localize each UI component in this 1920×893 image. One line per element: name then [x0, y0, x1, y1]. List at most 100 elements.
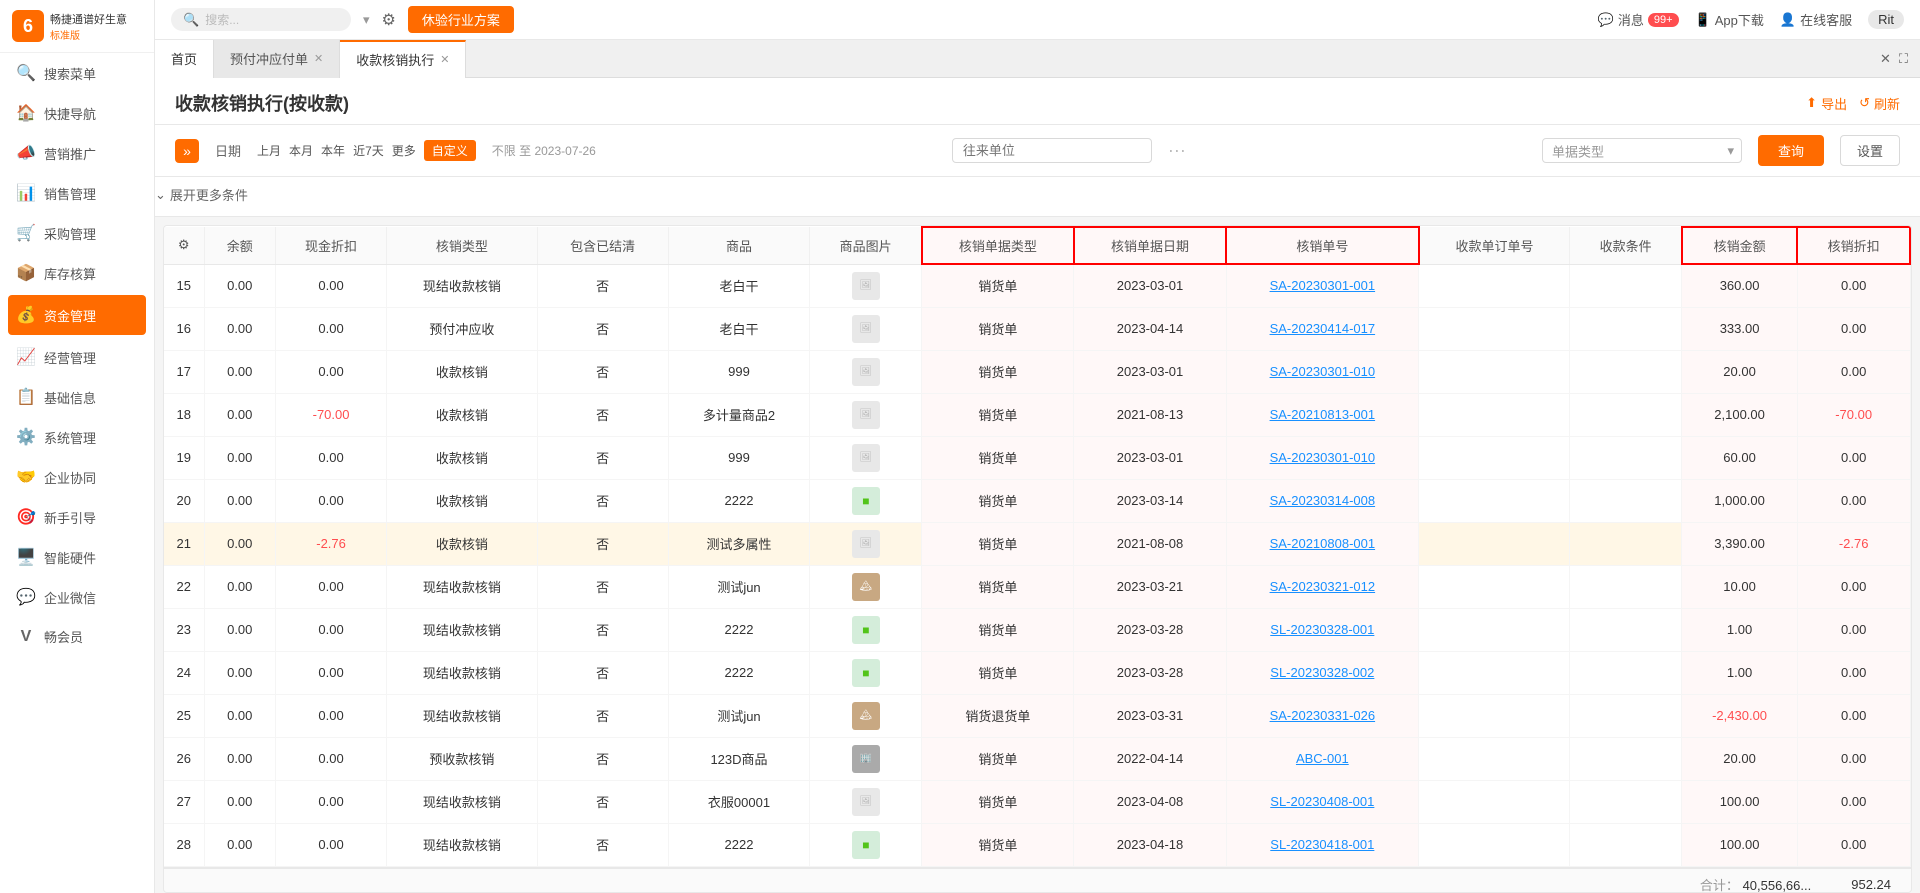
col-offset-amount: 核销金额	[1682, 227, 1798, 264]
sidebar-item-basic-info[interactable]: 📋 基础信息	[0, 377, 154, 417]
sidebar-item-sales[interactable]: 📊 销售管理	[0, 173, 154, 213]
online-service[interactable]: 👤 在线客服	[1780, 10, 1852, 29]
tab-prepay[interactable]: 预付冲应付单 ✕	[214, 40, 340, 78]
tab-receipt-offset-label: 收款核销执行	[356, 50, 434, 69]
date-opt-this-month[interactable]: 本月	[289, 142, 313, 159]
offset-bill-no-cell[interactable]: SA-20210808-001	[1226, 522, 1419, 565]
sidebar-item-operation[interactable]: 📈 经营管理	[0, 337, 154, 377]
tabbar: 首页 预付冲应付单 ✕ 收款核销执行 ✕ ✕ ⛶	[155, 40, 1920, 78]
sidebar-item-quick-nav[interactable]: 🏠 快捷导航	[0, 93, 154, 133]
include-settled-cell: 否	[537, 651, 668, 694]
sidebar-item-search-menu[interactable]: 🔍 搜索菜单	[0, 53, 154, 93]
sidebar-item-marketing[interactable]: 📣 营销推广	[0, 133, 154, 173]
cash-discount-cell: 0.00	[276, 436, 387, 479]
offset-bill-no-cell[interactable]: SL-20230328-001	[1226, 608, 1419, 651]
offset-bill-no-cell[interactable]: SA-20230301-001	[1226, 264, 1419, 307]
sidebar-item-member[interactable]: V 畅会员	[0, 617, 154, 656]
receipt-cond-cell	[1570, 479, 1682, 522]
offset-bill-no-cell[interactable]: SL-20230418-001	[1226, 823, 1419, 866]
sidebar-item-label: 营销推广	[44, 144, 96, 163]
offset-bill-date-cell: 2021-08-13	[1074, 393, 1226, 436]
refresh-icon: ↺	[1859, 95, 1870, 111]
table-row: 160.000.00预付冲应收否老白干🖼销货单2023-04-14SA-2023…	[164, 307, 1910, 350]
offset-bill-no-cell[interactable]: SL-20230328-002	[1226, 651, 1419, 694]
refresh-button[interactable]: ↺ 刷新	[1859, 94, 1900, 113]
receipt-cond-cell	[1570, 264, 1682, 307]
offset-bill-no-cell[interactable]: SA-20230301-010	[1226, 436, 1419, 479]
offset-bill-date-cell: 2023-04-18	[1074, 823, 1226, 866]
offset-bill-no-cell[interactable]: SA-20230314-008	[1226, 479, 1419, 522]
receipt-type-select[interactable]	[1542, 138, 1742, 163]
tab-prepay-close-icon[interactable]: ✕	[314, 52, 323, 65]
date-opt-custom[interactable]: 自定义	[424, 140, 476, 161]
offset-bill-type-cell: 销货单	[922, 264, 1074, 307]
offset-bill-no-cell[interactable]: SA-20230301-010	[1226, 350, 1419, 393]
export-button[interactable]: ⬆ 导出	[1806, 94, 1847, 113]
offset-bill-type-cell: 销货单	[922, 651, 1074, 694]
offset-bill-type-cell: 销货单	[922, 780, 1074, 823]
date-opt-this-year[interactable]: 本年	[321, 142, 345, 159]
balance-cell: 0.00	[204, 608, 276, 651]
maximize-icon[interactable]: ⛶	[1899, 51, 1908, 67]
cart-icon: 🛒	[16, 223, 36, 243]
app-download[interactable]: 📱 App下载	[1695, 10, 1764, 29]
row-num: 17	[164, 350, 204, 393]
logo-icon: 6	[12, 10, 44, 42]
industry-solution-button[interactable]: 休验行业方案	[408, 6, 514, 33]
user-avatar[interactable]: Rit	[1868, 10, 1904, 29]
tab-receipt-offset[interactable]: 收款核销执行 ✕	[340, 40, 466, 78]
table-header-row: ⚙ 余额 现金折扣 核销类型 包含已结清 商品 商品图片 核销单据类型 核销单据…	[164, 227, 1910, 264]
member-icon: V	[16, 628, 36, 646]
topbar-search-box[interactable]: 🔍 搜索...	[171, 8, 351, 31]
filter-expand-button[interactable]: »	[175, 139, 199, 163]
sidebar-item-purchase[interactable]: 🛒 采购管理	[0, 213, 154, 253]
sidebar-item-system[interactable]: ⚙️ 系统管理	[0, 417, 154, 457]
receipt-cond-cell	[1570, 350, 1682, 393]
tab-home[interactable]: 首页	[155, 40, 214, 78]
tab-receipt-offset-close-icon[interactable]: ✕	[440, 53, 449, 66]
goods-cell: 老白干	[668, 264, 810, 307]
row-num: 16	[164, 307, 204, 350]
counterpart-input[interactable]	[952, 138, 1152, 163]
sidebar-item-enterprise[interactable]: 🤝 企业协同	[0, 457, 154, 497]
expand-more-button[interactable]: ⌄ 展开更多条件	[155, 185, 1920, 204]
offset-bill-no-cell[interactable]: SL-20230408-001	[1226, 780, 1419, 823]
goods-img-cell: 🏔	[810, 565, 922, 608]
offset-type-cell: 收款核销	[387, 479, 538, 522]
goods-cell: 123D商品	[668, 737, 810, 780]
col-goods: 商品	[668, 227, 810, 264]
offset-amount-cell: 10.00	[1682, 565, 1798, 608]
row-num: 18	[164, 393, 204, 436]
date-opt-more[interactable]: 更多	[392, 142, 416, 159]
sidebar-item-guide[interactable]: 🎯 新手引导	[0, 497, 154, 537]
message-badge: 99+	[1648, 13, 1679, 27]
offset-bill-type-cell: 销货单	[922, 565, 1074, 608]
date-opt-7days[interactable]: 近7天	[353, 142, 384, 159]
close-window-icon[interactable]: ✕	[1880, 51, 1891, 67]
offset-bill-no-cell[interactable]: SA-20230331-026	[1226, 694, 1419, 737]
offset-bill-no-cell[interactable]: SA-20230414-017	[1226, 307, 1419, 350]
settings-icon[interactable]: ⚙	[178, 237, 190, 252]
sidebar-item-wechat[interactable]: 💬 企业微信	[0, 577, 154, 617]
search-icon: 🔍	[16, 63, 36, 83]
receipt-order-no-cell	[1419, 393, 1570, 436]
sidebar-item-capital[interactable]: 💰 资金管理	[8, 295, 146, 335]
include-settled-cell: 否	[537, 264, 668, 307]
sidebar-item-inventory[interactable]: 📦 库存核算	[0, 253, 154, 293]
counterpart-dots[interactable]: ···	[1168, 140, 1186, 161]
date-opt-prev-month[interactable]: 上月	[257, 142, 281, 159]
data-table-container[interactable]: ⚙ 余额 现金折扣 核销类型 包含已结清 商品 商品图片 核销单据类型 核销单据…	[163, 225, 1912, 893]
offset-bill-no-cell[interactable]: SA-20230321-012	[1226, 565, 1419, 608]
gear-settings-icon[interactable]: ⚙	[382, 10, 396, 30]
offset-bill-no-cell[interactable]: SA-20210813-001	[1226, 393, 1419, 436]
offset-type-cell: 收款核销	[387, 522, 538, 565]
query-button[interactable]: 查询	[1758, 135, 1824, 166]
offset-bill-date-cell: 2023-03-31	[1074, 694, 1226, 737]
goods-cell: 2222	[668, 651, 810, 694]
settings-button[interactable]: 设置	[1840, 135, 1900, 166]
sidebar-item-smart-hw[interactable]: 🖥️ 智能硬件	[0, 537, 154, 577]
offset-bill-no-cell[interactable]: ABC-001	[1226, 737, 1419, 780]
message-area[interactable]: 💬 消息 99+	[1598, 10, 1679, 29]
chevron-down-icon[interactable]: ▾	[363, 12, 370, 28]
col-settings[interactable]: ⚙	[164, 227, 204, 264]
